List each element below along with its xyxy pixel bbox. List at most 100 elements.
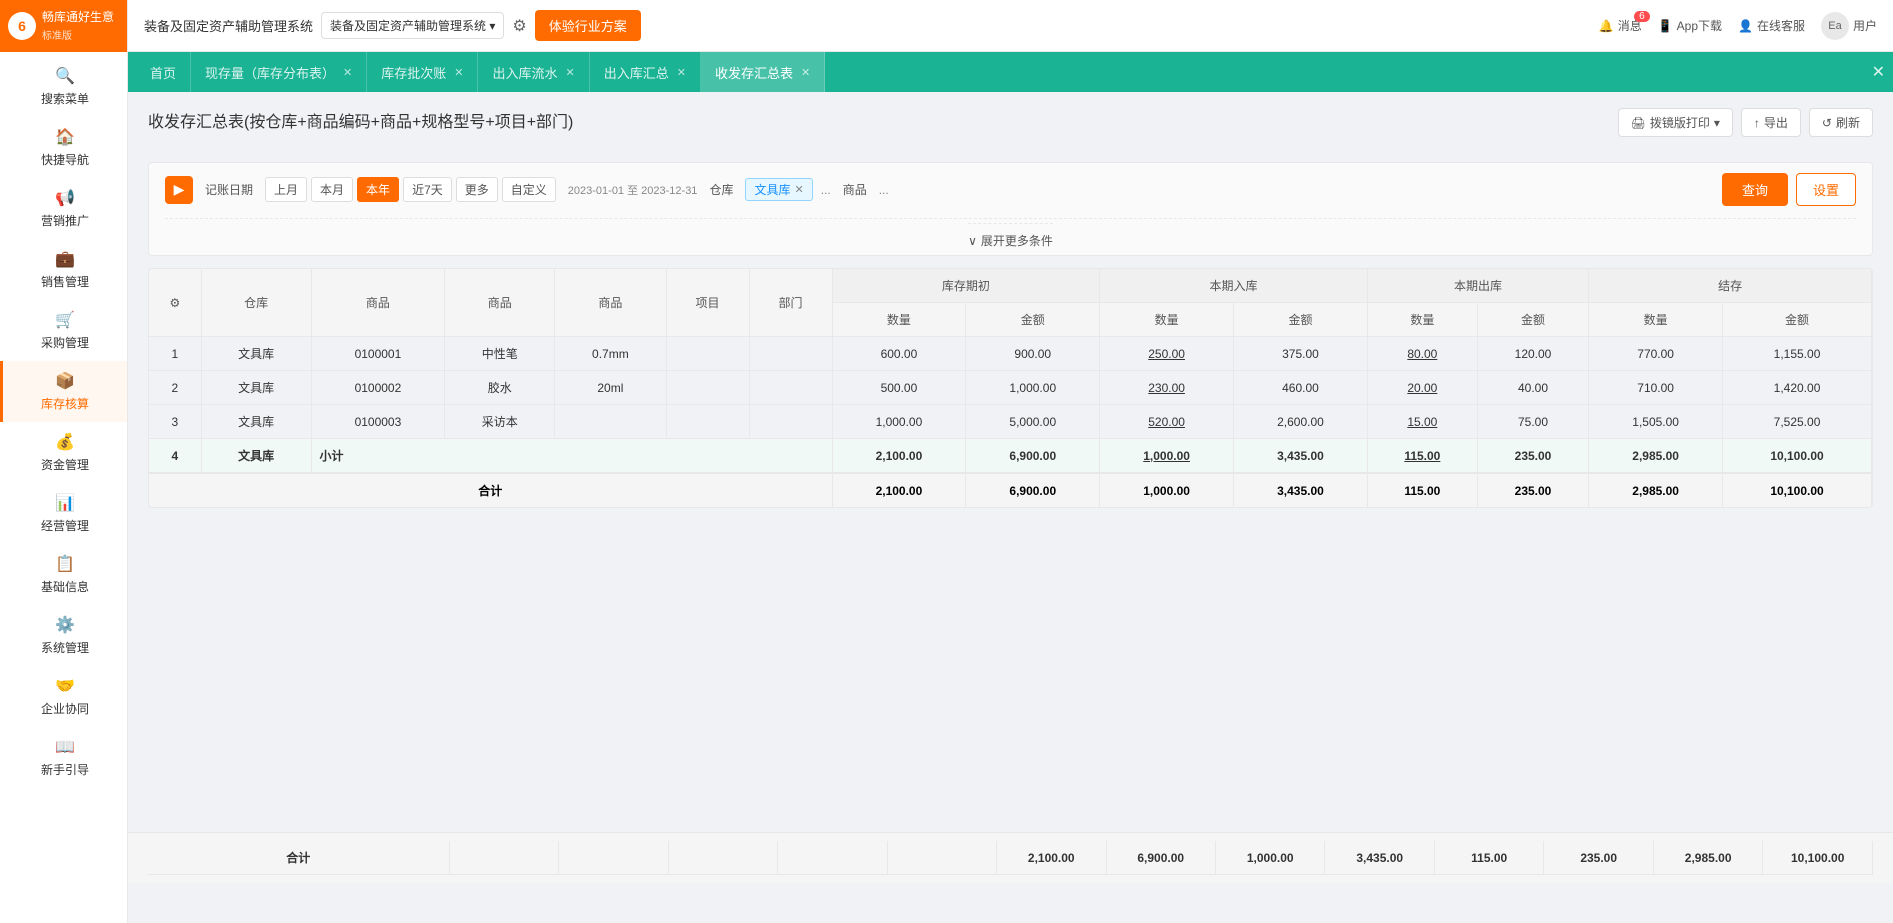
date-btn-近7天[interactable]: 近7天 <box>403 177 452 202</box>
row-in-amt: 375.00 <box>1234 337 1368 371</box>
row-code: 0100002 <box>311 371 445 405</box>
refresh-icon: ↺ <box>1822 116 1832 130</box>
user-btn[interactable]: Ea 用户 <box>1821 12 1877 40</box>
tab-batch[interactable]: 库存批次账✕ <box>367 52 478 92</box>
tab-close-stock-dist[interactable]: ✕ <box>343 66 352 79</box>
sidebar-item-purchase[interactable]: 🛒采购管理 <box>0 300 127 361</box>
subtotal-in-qty[interactable]: 1,000.00 <box>1100 439 1234 474</box>
row-in-qty[interactable]: 520.00 <box>1100 405 1234 439</box>
footer-opening-qty: 2,100.00 <box>997 841 1106 875</box>
total-label: 合计 <box>149 473 832 507</box>
row-out-qty[interactable]: 15.00 <box>1367 405 1477 439</box>
system-icon: ⚙️ <box>55 615 75 635</box>
spec-col-header: 商品 <box>555 269 666 337</box>
row-out-qty[interactable]: 80.00 <box>1367 337 1477 371</box>
row-in-amt: 2,600.00 <box>1234 405 1368 439</box>
tab-close-summary[interactable]: ✕ <box>677 66 686 79</box>
row-no: 1 <box>149 337 201 371</box>
row-balance-amt: 1,155.00 <box>1723 337 1872 371</box>
name-col-header: 商品 <box>445 269 555 337</box>
sidebar-item-label: 基础信息 <box>41 578 89 595</box>
subtotal-warehouse: 文具库 <box>201 439 311 474</box>
dept-col-header: 部门 <box>749 269 832 337</box>
row-opening-qty: 1,000.00 <box>832 405 966 439</box>
tabbar: 首页现存量（库存分布表）✕库存批次账✕出入库流水✕出入库汇总✕收发存汇总表✕✕ <box>128 52 1893 92</box>
sidebar-item-operations[interactable]: 📊经营管理 <box>0 483 127 544</box>
sidebar-nav: 🔍搜索菜单 🏠 快捷导航 📢营销推广💼销售管理🛒采购管理📦库存核算💰资金管理📊经营管理… <box>0 52 127 923</box>
system-selector[interactable]: 装备及固定资产辅助管理系统 ▾ <box>321 12 504 39</box>
export-button[interactable]: ↑ 导出 <box>1741 108 1801 137</box>
sidebar-item-label: 销售管理 <box>41 273 89 290</box>
sidebar-item-basic[interactable]: 📋基础信息 <box>0 544 127 605</box>
sidebar-item-sales[interactable]: 💼销售管理 <box>0 239 127 300</box>
online-support-btn[interactable]: 👤 在线客服 <box>1738 17 1805 34</box>
in-amt-header: 金额 <box>1234 303 1368 337</box>
tab-close-collect-summary[interactable]: ✕ <box>801 66 810 79</box>
quick-nav-icon: 🏠 <box>55 127 75 147</box>
sidebar-item-quick-nav[interactable]: 🏠 快捷导航 <box>0 117 127 178</box>
sidebar-item-collab[interactable]: 🤝企业协同 <box>0 666 127 727</box>
sidebar-item-search[interactable]: 🔍搜索菜单 <box>0 56 127 117</box>
in-qty-header: 数量 <box>1100 303 1234 337</box>
warehouse-tag-close[interactable]: ✕ <box>794 183 803 196</box>
sidebar-item-stock[interactable]: 📦库存核算 <box>0 361 127 422</box>
row-in-amt: 460.00 <box>1234 371 1368 405</box>
warehouse-tag[interactable]: 文具库 ✕ <box>745 178 812 201</box>
query-button[interactable]: 查询 <box>1722 173 1788 206</box>
sidebar-item-finance[interactable]: 💰资金管理 <box>0 422 127 483</box>
column-setting-button[interactable]: 设置 <box>1796 173 1856 206</box>
total-in-amt: 3,435.00 <box>1234 473 1368 507</box>
refresh-button[interactable]: ↺ 刷新 <box>1809 108 1873 137</box>
tab-collect-summary[interactable]: 收发存汇总表✕ <box>701 52 825 92</box>
tab-summary[interactable]: 出入库汇总✕ <box>590 52 701 92</box>
row-in-qty[interactable]: 250.00 <box>1100 337 1234 371</box>
sidebar-item-system[interactable]: ⚙️ 系统管理 <box>0 605 127 666</box>
expand-more-btn[interactable]: ∨ 展开更多条件 <box>968 223 1053 249</box>
page-title: 收发存汇总表(按仓库+商品编码+商品+规格型号+项目+部门) <box>148 108 573 132</box>
date-btn-自定义[interactable]: 自定义 <box>502 177 556 202</box>
print-button[interactable]: 🖨 拨镜版打印 ▾ <box>1618 108 1733 137</box>
messages-btn[interactable]: 🔔 消息 6 <box>1599 17 1642 34</box>
tab-label: 现存量（库存分布表） <box>205 63 335 82</box>
date-btn-更多[interactable]: 更多 <box>456 177 498 202</box>
tab-flow[interactable]: 出入库流水✕ <box>478 52 589 92</box>
app-download-btn[interactable]: 📱 App下载 <box>1658 17 1722 34</box>
bell-icon: 🔔 <box>1599 19 1614 33</box>
row-opening-amt: 1,000.00 <box>966 371 1100 405</box>
tab-close-flow[interactable]: ✕ <box>566 66 575 79</box>
row-balance-qty: 770.00 <box>1589 337 1723 371</box>
row-opening-amt: 900.00 <box>966 337 1100 371</box>
close-all-tabs-btn[interactable]: ✕ <box>1872 62 1885 82</box>
filter-toggle-btn[interactable]: ▶ <box>165 176 193 204</box>
sidebar-item-newbie[interactable]: 📖新手引导 <box>0 727 127 788</box>
warehouse-more[interactable]: ... <box>821 183 831 197</box>
date-btn-本年[interactable]: 本年 <box>357 177 399 202</box>
total-out-amt: 235.00 <box>1477 473 1588 507</box>
date-btn-上月[interactable]: 上月 <box>265 177 307 202</box>
subtotal-balance-qty: 2,985.00 <box>1589 439 1723 474</box>
table-row: 3 文具库 0100003 采访本 1,000.00 5,000.00 520.… <box>149 405 1872 439</box>
warehouse-label: 仓库 <box>709 181 733 198</box>
tab-home[interactable]: 首页 <box>136 52 191 92</box>
tab-stock-dist[interactable]: 现存量（库存分布表） ✕ <box>191 52 367 92</box>
tab-close-batch[interactable]: ✕ <box>454 66 463 79</box>
newbie-icon: 📖 <box>55 737 75 757</box>
sidebar-item-label: 快捷导航 <box>41 151 89 168</box>
content-area: 首页现存量（库存分布表）✕库存批次账✕出入库流水✕出入库汇总✕收发存汇总表✕✕ … <box>128 52 1893 883</box>
settings-icon[interactable]: ⚙ <box>512 16 526 36</box>
row-out-qty[interactable]: 20.00 <box>1367 371 1477 405</box>
row-in-qty[interactable]: 230.00 <box>1100 371 1234 405</box>
date-btn-本月[interactable]: 本月 <box>311 177 353 202</box>
sidebar-item-label: 系统管理 <box>41 639 89 656</box>
sidebar-item-marketing[interactable]: 📢营销推广 <box>0 178 127 239</box>
settings-col-header[interactable]: ⚙ <box>149 269 201 337</box>
total-balance-qty: 2,985.00 <box>1589 473 1723 507</box>
topbar: 装备及固定资产辅助管理系统 装备及固定资产辅助管理系统 ▾ ⚙ 体验行业方案 🔔… <box>128 0 1893 52</box>
row-warehouse: 文具库 <box>201 405 311 439</box>
inbound-group-header: 本期入库 <box>1100 269 1368 303</box>
subtotal-out-qty[interactable]: 115.00 <box>1367 439 1477 474</box>
opening-qty-header: 数量 <box>832 303 966 337</box>
trial-button[interactable]: 体验行业方案 <box>535 10 641 41</box>
total-opening-amt: 6,900.00 <box>966 473 1100 507</box>
goods-more[interactable]: ... <box>879 183 889 197</box>
